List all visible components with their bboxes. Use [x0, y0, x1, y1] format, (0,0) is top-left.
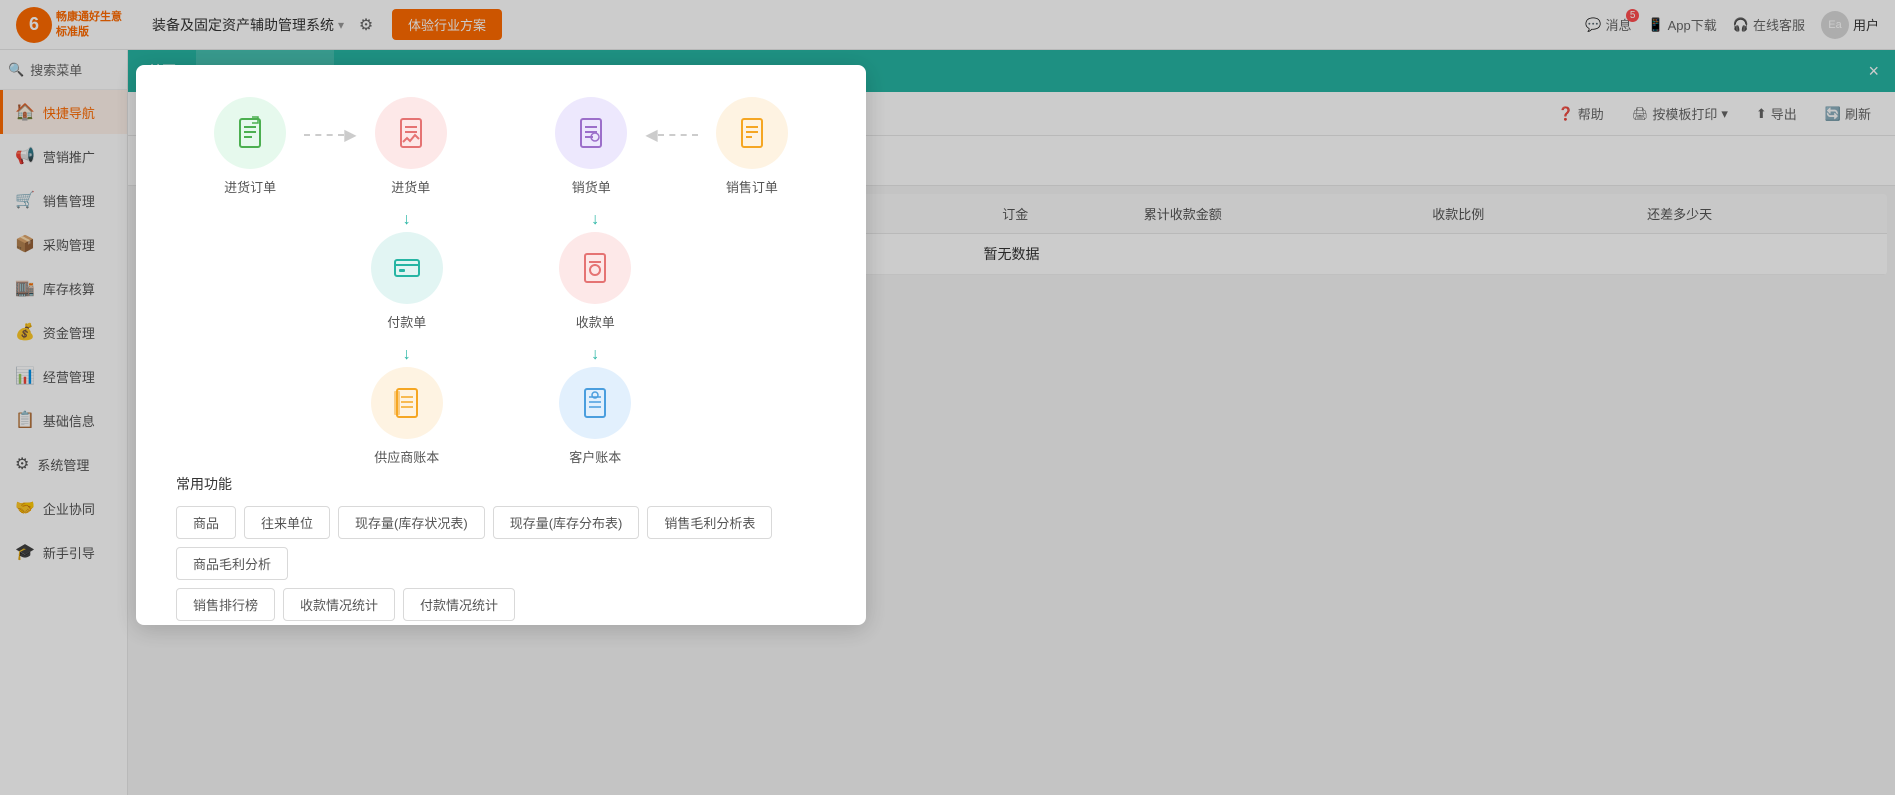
sales-bill-icon [555, 97, 627, 169]
receipt-bill-icon [559, 232, 631, 304]
func-btn-stock-dist[interactable]: 现存量(库存分布表) [493, 506, 640, 539]
customer-ledger-icon [559, 367, 631, 439]
func-btn-contacts[interactable]: 往来单位 [244, 506, 330, 539]
sales-bill-label: 销货单 [572, 177, 611, 196]
purchase-order-label: 进货订单 [224, 177, 276, 196]
purchase-order-icon [214, 97, 286, 169]
flow-node-sales-order[interactable]: 销售订单 [698, 97, 806, 196]
flow-node-purchase-order[interactable]: 进货订单 [196, 97, 304, 196]
sales-order-icon [716, 97, 788, 169]
flow-node-purchase-bill[interactable]: 进货单 [357, 97, 465, 196]
func-btn-goods-profit[interactable]: 商品毛利分析 [176, 547, 288, 580]
sales-order-label: 销售订单 [726, 177, 778, 196]
receipt-bill-label: 收款单 [576, 312, 615, 331]
flow-node-payment-bill[interactable]: 付款单 [347, 232, 467, 331]
flow-modal: 进货订单 ▶ 进货单 [136, 65, 866, 625]
func-buttons-row1: 商品 往来单位 现存量(库存状况表) 现存量(库存分布表) 销售毛利分析表 商品… [176, 506, 826, 580]
func-btn-sales-rank[interactable]: 销售排行榜 [176, 588, 275, 621]
func-btn-receipt-stats[interactable]: 收款情况统计 [283, 588, 395, 621]
supplier-ledger-label: 供应商账本 [374, 447, 439, 466]
flow-node-customer-ledger[interactable]: 客户账本 [535, 367, 655, 466]
purchase-bill-icon [375, 97, 447, 169]
func-buttons-row2: 销售排行榜 收款情况统计 付款情况统计 [176, 588, 826, 621]
customer-ledger-label: 客户账本 [569, 447, 621, 466]
payment-bill-label: 付款单 [387, 312, 426, 331]
supplier-ledger-icon [371, 367, 443, 439]
func-btn-sales-profit-analysis[interactable]: 销售毛利分析表 [647, 506, 772, 539]
common-func-title: 常用功能 [176, 474, 826, 494]
func-btn-stock-status[interactable]: 现存量(库存状况表) [338, 506, 485, 539]
func-btn-goods[interactable]: 商品 [176, 506, 236, 539]
flow-node-receipt-bill[interactable]: 收款单 [535, 232, 655, 331]
flow-node-sales-bill[interactable]: 销货单 [537, 97, 645, 196]
payment-bill-icon [371, 232, 443, 304]
purchase-bill-label: 进货单 [391, 177, 430, 196]
flow-modal-overlay: 进货订单 ▶ 进货单 [0, 0, 1895, 795]
func-btn-payment-stats[interactable]: 付款情况统计 [403, 588, 515, 621]
common-functions-section: 常用功能 商品 往来单位 现存量(库存状况表) 现存量(库存分布表) 销售毛利分… [176, 474, 826, 621]
flow-node-supplier-ledger[interactable]: 供应商账本 [347, 367, 467, 466]
